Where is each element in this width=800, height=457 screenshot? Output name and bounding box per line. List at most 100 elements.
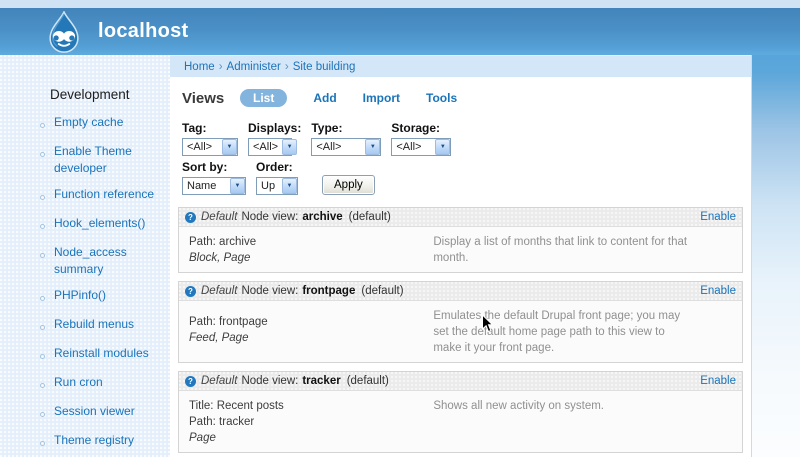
sidebar-link[interactable]: Theme registry: [54, 432, 166, 452]
type-filter-select[interactable]: <All> ▼: [311, 138, 382, 156]
sidebar-link[interactable]: Run cron: [54, 374, 166, 394]
view-type-label: Default: [201, 285, 238, 297]
view-title: Title: Recent posts: [189, 400, 284, 412]
tab-import[interactable]: Import: [363, 91, 400, 105]
view-path: Path: archive: [189, 236, 257, 248]
breadcrumb-separator: ›: [284, 61, 289, 73]
help-icon[interactable]: ?: [185, 375, 196, 387]
breadcrumb-link-administer[interactable]: Administer: [227, 61, 281, 73]
view-name: archive: [302, 211, 343, 223]
view-row-frontpage: ? Default Node view: frontpage (default)…: [178, 281, 743, 363]
sidebar-link[interactable]: Rebuild menus: [54, 316, 166, 336]
help-icon[interactable]: ?: [185, 285, 196, 297]
view-path: Path: frontpage: [189, 316, 268, 328]
dropdown-arrow-icon[interactable]: ▼: [230, 178, 245, 194]
displays-filter-label: Displays:: [248, 121, 302, 135]
bullet-icon: [40, 316, 54, 336]
bullet-icon: [40, 345, 54, 365]
view-suffix: (default): [346, 375, 389, 387]
view-displays: Block, Page: [189, 252, 251, 264]
sidebar-item-run-cron[interactable]: Run cron: [40, 374, 170, 394]
view-row-header: ? Default Node view: archive (default) E…: [179, 208, 742, 227]
sidebar-item-function-reference[interactable]: Function reference: [40, 186, 170, 206]
type-filter-label: Type:: [311, 121, 343, 135]
breadcrumb: Home › Administer › Site building: [170, 55, 751, 77]
bullet-icon: [40, 287, 54, 307]
view-kind-label: Node view:: [241, 285, 299, 297]
view-suffix: (default): [361, 285, 404, 297]
tab-bar: List Add Import Tools: [240, 89, 457, 107]
sidebar-link[interactable]: Function reference: [54, 186, 166, 206]
sidebar-section-title: Development: [50, 87, 130, 102]
tag-filter-select[interactable]: <All> ▼: [182, 138, 238, 156]
sidebar-item-empty-cache[interactable]: Empty cache: [40, 114, 170, 134]
tab-tools[interactable]: Tools: [426, 91, 457, 105]
sidebar-link[interactable]: Hook_elements(): [54, 215, 166, 235]
view-suffix: (default): [348, 211, 391, 223]
breadcrumb-link-site-building[interactable]: Site building: [293, 61, 356, 73]
sidebar-link[interactable]: Reinstall modules: [54, 345, 166, 365]
view-row-tracker: ? Default Node view: tracker (default) E…: [178, 371, 743, 453]
sidebar-link[interactable]: Empty cache: [54, 114, 166, 134]
sidebar-item-node-access-summary[interactable]: Node_access summary: [40, 244, 170, 278]
bullet-icon: [40, 143, 54, 177]
sidebar-item-theme-registry[interactable]: Theme registry: [40, 432, 170, 452]
tag-filter-label: Tag:: [182, 121, 207, 135]
drupal-logo[interactable]: [44, 10, 84, 55]
view-description: Emulates the default Drupal front page; …: [433, 310, 681, 354]
storage-filter-select[interactable]: <All> ▼: [391, 138, 452, 156]
sort-by-select[interactable]: Name ▼: [182, 177, 246, 195]
breadcrumb-separator: ›: [218, 61, 223, 73]
bullet-icon: [40, 432, 54, 452]
sidebar-item-enable-theme-developer[interactable]: Enable Theme developer: [40, 143, 170, 177]
view-kind-label: Node view:: [241, 211, 299, 223]
dropdown-arrow-icon[interactable]: ▼: [282, 178, 297, 194]
sidebar-link[interactable]: Enable Theme developer: [54, 143, 166, 177]
view-row-header: ? Default Node view: tracker (default) E…: [179, 372, 742, 391]
sidebar-item-session-viewer[interactable]: Session viewer: [40, 403, 170, 423]
order-select[interactable]: Up ▼: [256, 177, 298, 195]
enable-link[interactable]: Enable: [700, 211, 736, 223]
top-strip: [0, 0, 800, 8]
site-name-link[interactable]: localhost: [98, 20, 189, 43]
storage-filter-label: Storage:: [391, 121, 441, 135]
dropdown-arrow-icon[interactable]: ▼: [435, 139, 451, 155]
bullet-icon: [40, 403, 54, 423]
help-icon[interactable]: ?: [185, 211, 196, 223]
bullet-icon: [40, 244, 54, 278]
view-path: Path: tracker: [189, 416, 255, 428]
dropdown-arrow-icon[interactable]: ▼: [365, 139, 381, 155]
sidebar-item-reinstall-modules[interactable]: Reinstall modules: [40, 345, 170, 365]
main-content: Home › Administer › Site building Views List…: [170, 55, 752, 457]
tab-list[interactable]: List: [240, 89, 288, 107]
sidebar: Development Empty cache Enable Theme dev…: [0, 55, 170, 457]
enable-link[interactable]: Enable: [700, 285, 736, 297]
page-title: Views: [182, 89, 225, 107]
view-row-header: ? Default Node view: frontpage (default)…: [179, 282, 742, 301]
sidebar-link[interactable]: Node_access summary: [54, 244, 166, 278]
dropdown-arrow-icon[interactable]: ▼: [282, 139, 298, 155]
dropdown-arrow-icon[interactable]: ▼: [222, 139, 237, 155]
view-name: frontpage: [302, 285, 356, 297]
bullet-icon: [40, 186, 54, 206]
sort-by-label: Sort by:: [182, 160, 228, 174]
view-row-archive: ? Default Node view: archive (default) E…: [178, 207, 743, 273]
sidebar-link[interactable]: PHPinfo(): [54, 287, 166, 307]
displays-filter-select[interactable]: <All> ▼: [248, 138, 298, 156]
sidebar-link[interactable]: Session viewer: [54, 403, 166, 423]
view-displays: Feed, Page: [189, 332, 249, 344]
enable-link[interactable]: Enable: [700, 375, 736, 387]
breadcrumb-link-home[interactable]: Home: [184, 61, 215, 73]
view-type-label: Default: [201, 211, 238, 223]
tab-add[interactable]: Add: [313, 91, 336, 105]
view-kind-label: Node view:: [241, 375, 299, 387]
sidebar-item-hook-elements[interactable]: Hook_elements(): [40, 215, 170, 235]
view-name: tracker: [302, 375, 341, 387]
sidebar-item-phpinfo[interactable]: PHPinfo(): [40, 287, 170, 307]
bullet-icon: [40, 215, 54, 235]
bullet-icon: [40, 374, 54, 394]
site-header: localhost: [0, 8, 800, 55]
views-list: ? Default Node view: archive (default) E…: [170, 199, 751, 453]
apply-button[interactable]: Apply: [322, 175, 375, 195]
sidebar-item-rebuild-menus[interactable]: Rebuild menus: [40, 316, 170, 336]
